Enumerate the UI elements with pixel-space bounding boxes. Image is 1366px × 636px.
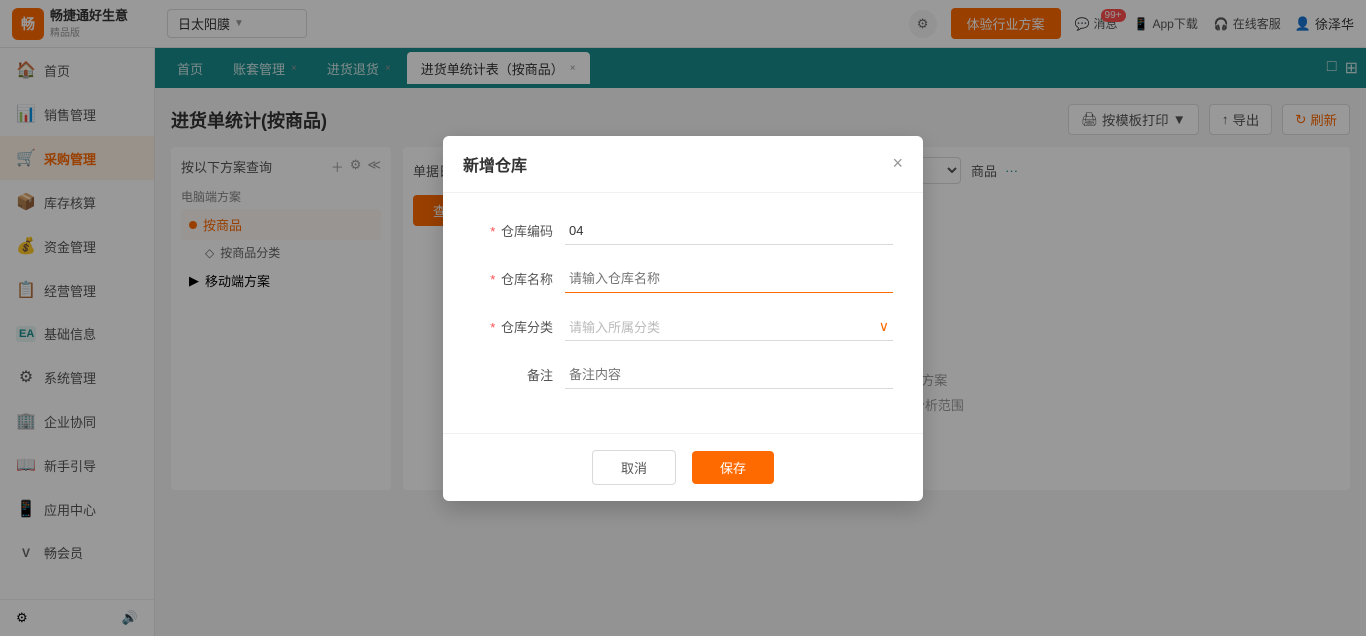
form-row-note: 备注 [473, 361, 893, 389]
dialog-add-warehouse: 新增仓库 × * 仓库编码 * 仓库名称 [443, 136, 923, 501]
name-label: * 仓库名称 [473, 269, 553, 288]
required-star-cat: * [490, 320, 495, 335]
dialog-body: * 仓库编码 * 仓库名称 * 仓库分类 请输入所属 [443, 193, 923, 433]
form-row-name: * 仓库名称 [473, 265, 893, 293]
category-arrow-icon: ∨ [879, 318, 889, 335]
dialog-header: 新增仓库 × [443, 136, 923, 193]
dialog-title: 新增仓库 [463, 152, 527, 176]
dialog-footer: 取消 保存 [443, 433, 923, 501]
warehouse-note-input[interactable] [565, 361, 893, 389]
category-label: * 仓库分类 [473, 317, 553, 336]
note-label: 备注 [473, 365, 553, 384]
required-star-name: * [490, 272, 495, 287]
warehouse-code-input[interactable] [565, 217, 893, 245]
dialog-close-button[interactable]: × [892, 153, 903, 174]
cancel-button[interactable]: 取消 [592, 450, 676, 485]
required-star: * [490, 224, 495, 239]
form-row-code: * 仓库编码 [473, 217, 893, 245]
form-row-category: * 仓库分类 请输入所属分类 ∨ [473, 313, 893, 341]
modal-overlay: 新增仓库 × * 仓库编码 * 仓库名称 [0, 0, 1366, 636]
code-label: * 仓库编码 [473, 221, 553, 240]
warehouse-name-input[interactable] [565, 265, 893, 293]
save-button[interactable]: 保存 [692, 451, 774, 484]
category-placeholder: 请输入所属分类 [569, 317, 879, 336]
category-select-wrap[interactable]: 请输入所属分类 ∨ [565, 313, 893, 341]
